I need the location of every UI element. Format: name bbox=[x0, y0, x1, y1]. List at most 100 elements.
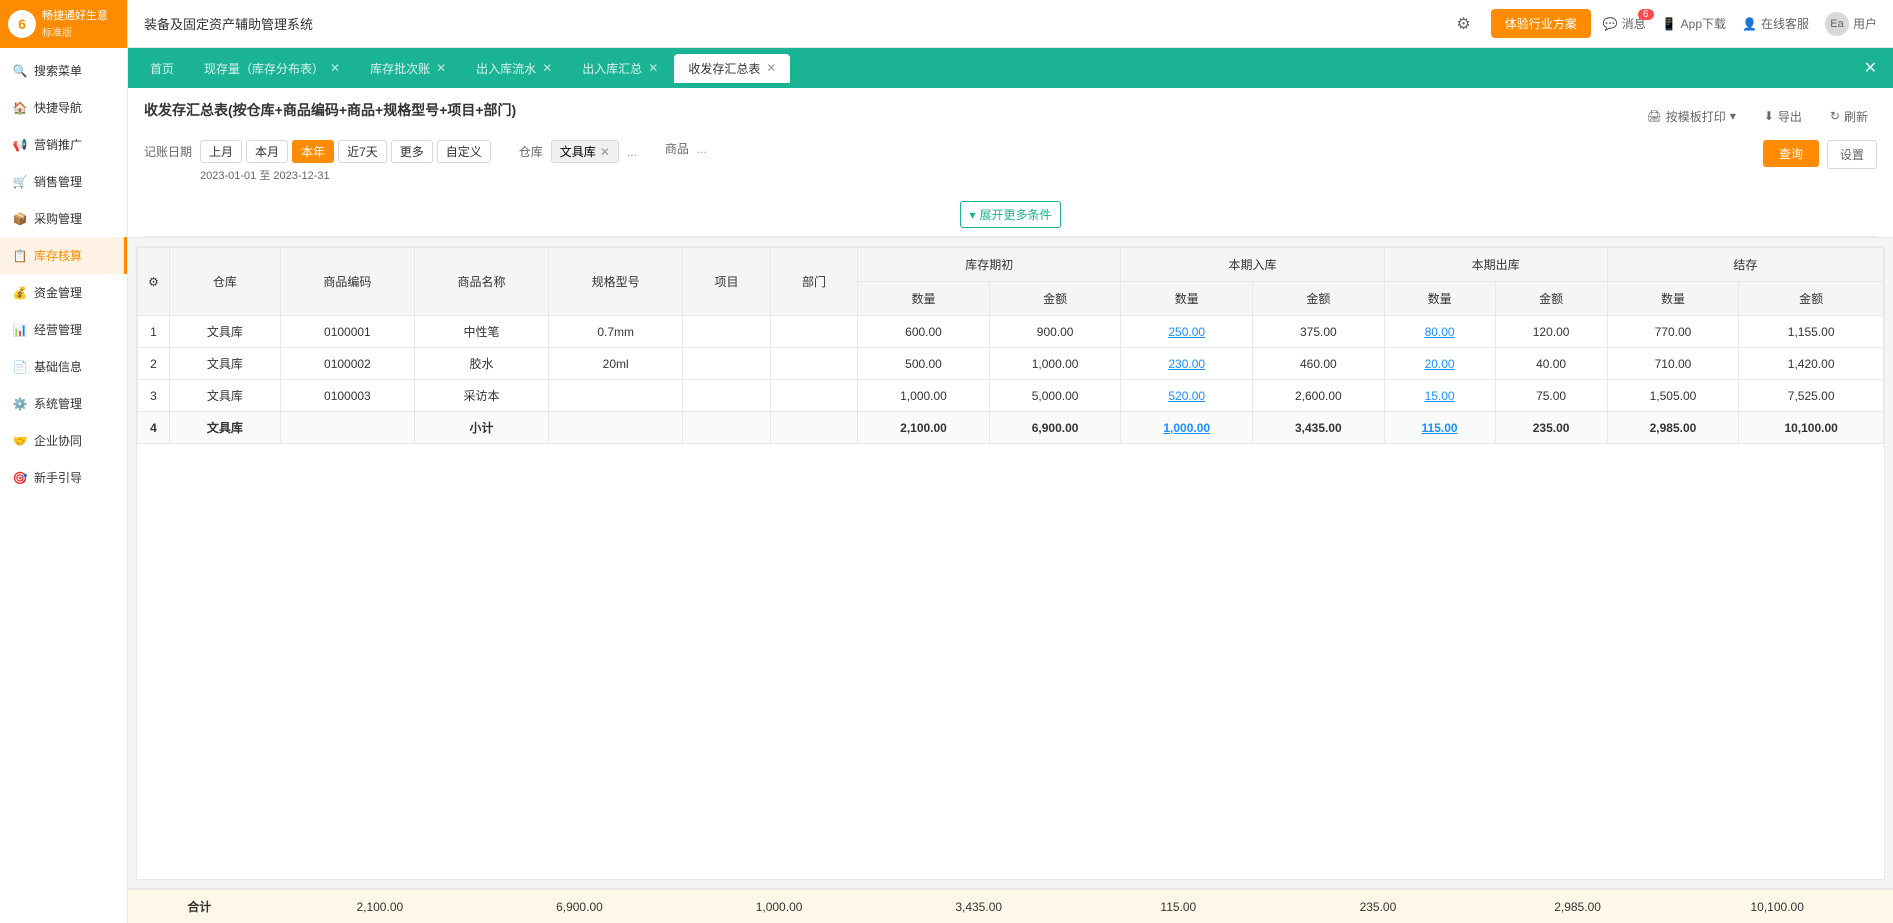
date-btn-自定义[interactable]: 自定义 bbox=[437, 140, 491, 163]
cell-out-qty[interactable]: 80.00 bbox=[1384, 316, 1495, 348]
expand-conditions-button[interactable]: ▾ 展开更多条件 bbox=[960, 201, 1060, 228]
tab-home[interactable]: 首页 bbox=[136, 54, 188, 83]
app-download-item[interactable]: 📱 App下载 bbox=[1662, 15, 1726, 32]
tab-label-inout_flow: 出入库流水 bbox=[476, 60, 536, 77]
refresh-icon: ↻ bbox=[1830, 109, 1840, 123]
cell-in-qty[interactable]: 230.00 bbox=[1121, 348, 1253, 380]
cell-code: 0100003 bbox=[280, 380, 414, 412]
sidebar-item-system[interactable]: ⚙️系统管理 bbox=[0, 385, 127, 422]
cell-out-amt: 120.00 bbox=[1495, 316, 1607, 348]
page-title: 收发存汇总表(按仓库+商品编码+商品+规格型号+项目+部门) bbox=[144, 100, 516, 120]
tab-close-stock_dist[interactable]: ✕ bbox=[330, 61, 340, 75]
nav-icon-operations: 📊 bbox=[12, 322, 28, 338]
date-btn-本年[interactable]: 本年 bbox=[292, 140, 334, 163]
topbar-right: 💬 消息 6 📱 App下载 👤 在线客服 Ea 用户 bbox=[1603, 12, 1877, 36]
nav-label-quick: 快捷导航 bbox=[34, 99, 82, 116]
refresh-label: 刷新 bbox=[1844, 108, 1868, 125]
cell-project bbox=[683, 412, 770, 444]
sidebar-item-quick[interactable]: 🏠快捷导航 bbox=[0, 89, 127, 126]
date-btn-上月[interactable]: 上月 bbox=[200, 140, 242, 163]
message-item[interactable]: 💬 消息 6 bbox=[1603, 15, 1646, 32]
app-download-label: App下载 bbox=[1681, 15, 1726, 32]
col-goods-name: 商品名称 bbox=[414, 248, 548, 316]
sidebar-item-inventory[interactable]: 📋库存核算 bbox=[0, 237, 127, 274]
cell-spec: 0.7mm bbox=[549, 316, 683, 348]
total-out-qty: 115.00 bbox=[1079, 900, 1279, 914]
nav-label-finance: 资金管理 bbox=[34, 284, 82, 301]
cell-close-qty: 710.00 bbox=[1607, 348, 1739, 380]
sidebar-item-search[interactable]: 🔍搜索菜单 bbox=[0, 52, 127, 89]
sidebar-item-basic[interactable]: 📄基础信息 bbox=[0, 348, 127, 385]
date-filter-label: 记账日期 bbox=[144, 143, 192, 160]
sidebar-item-newbie[interactable]: 🎯新手引导 bbox=[0, 459, 127, 496]
cell-in-amt: 3,435.00 bbox=[1253, 412, 1385, 444]
cell-spec bbox=[549, 412, 683, 444]
goods-filter-label: 商品 bbox=[665, 140, 689, 157]
sidebar-item-finance[interactable]: 💰资金管理 bbox=[0, 274, 127, 311]
nav-icon-enterprise: 🤝 bbox=[12, 433, 28, 449]
export-button[interactable]: ⬇ 导出 bbox=[1755, 103, 1811, 130]
cell-no: 2 bbox=[138, 348, 170, 380]
tab-receive_summary[interactable]: 收发存汇总表✕ bbox=[674, 54, 790, 83]
date-btn-本月[interactable]: 本月 bbox=[246, 140, 288, 163]
tab-inout_summary[interactable]: 出入库汇总✕ bbox=[568, 54, 672, 83]
nav-icon-inventory: 📋 bbox=[12, 248, 28, 264]
filter-settings-button[interactable]: 设置 bbox=[1827, 140, 1877, 169]
user-item[interactable]: Ea 用户 bbox=[1825, 12, 1877, 36]
sidebar-item-purchase[interactable]: 📦采购管理 bbox=[0, 200, 127, 237]
cell-open-amt: 1,000.00 bbox=[989, 348, 1121, 380]
date-btn-更多[interactable]: 更多 bbox=[391, 140, 433, 163]
tab-close-receive_summary[interactable]: ✕ bbox=[766, 61, 776, 75]
print-button[interactable]: 🖨 按模板打印 ▾ bbox=[1638, 103, 1745, 130]
sidebar-item-operations[interactable]: 📊经营管理 bbox=[0, 311, 127, 348]
goods-more[interactable]: ... bbox=[697, 142, 707, 156]
tab-batch[interactable]: 库存批次账✕ bbox=[356, 54, 460, 83]
cell-in-qty[interactable]: 520.00 bbox=[1121, 380, 1253, 412]
tab-close-inout_summary[interactable]: ✕ bbox=[648, 61, 658, 75]
date-btn-近7天[interactable]: 近7天 bbox=[338, 140, 387, 163]
tab-inout_flow[interactable]: 出入库流水 ✕ bbox=[462, 54, 566, 83]
warehouse-tag-close[interactable]: ✕ bbox=[600, 145, 610, 159]
cell-project bbox=[683, 348, 770, 380]
cell-code bbox=[280, 412, 414, 444]
col-opening-qty: 数量 bbox=[858, 282, 990, 316]
cell-out-qty[interactable]: 15.00 bbox=[1384, 380, 1495, 412]
col-settings[interactable]: ⚙ bbox=[138, 248, 170, 316]
nav-icon-purchase: 📦 bbox=[12, 211, 28, 227]
refresh-button[interactable]: ↻ 刷新 bbox=[1821, 103, 1877, 130]
export-icon: ⬇ bbox=[1764, 109, 1774, 123]
table-row: 1 文具库 0100001 中性笔 0.7mm 600.00 900.00 25… bbox=[138, 316, 1884, 348]
sidebar-item-enterprise[interactable]: 🤝企业协同 bbox=[0, 422, 127, 459]
cell-out-qty[interactable]: 20.00 bbox=[1384, 348, 1495, 380]
sidebar-header: 6 畅捷通好生意 标准版 bbox=[0, 0, 127, 48]
warehouse-more[interactable]: ... bbox=[627, 145, 637, 159]
total-open-qty: 2,100.00 bbox=[280, 900, 480, 914]
sidebar-app-version: 标准版 bbox=[42, 24, 108, 39]
service-icon: 👤 bbox=[1742, 17, 1757, 31]
online-service-item[interactable]: 👤 在线客服 bbox=[1742, 15, 1809, 32]
cell-name: 胶水 bbox=[414, 348, 548, 380]
cell-close-qty: 1,505.00 bbox=[1607, 380, 1739, 412]
sidebar-item-marketing[interactable]: 📢营销推广 bbox=[0, 126, 127, 163]
query-button[interactable]: 查询 bbox=[1763, 140, 1819, 167]
col-group-out: 本期出库 bbox=[1384, 248, 1607, 282]
cell-dept bbox=[770, 380, 857, 412]
tab-stock_dist[interactable]: 现存量（库存分布表）✕ bbox=[190, 54, 354, 83]
cell-no: 3 bbox=[138, 380, 170, 412]
settings-icon[interactable]: ⚙ bbox=[1456, 14, 1470, 34]
cell-open-amt: 6,900.00 bbox=[989, 412, 1121, 444]
sidebar-item-sales[interactable]: 🛒销售管理 bbox=[0, 163, 127, 200]
cell-out-amt: 40.00 bbox=[1495, 348, 1607, 380]
tab-close-batch[interactable]: ✕ bbox=[436, 61, 446, 75]
cell-close-qty: 2,985.00 bbox=[1607, 412, 1739, 444]
tab-close-inout_flow[interactable]: ✕ bbox=[542, 61, 552, 75]
close-all-tabs-button[interactable]: ✕ bbox=[1856, 58, 1885, 78]
warehouse-filter-tag[interactable]: 文具库 ✕ bbox=[551, 140, 619, 163]
cell-project bbox=[683, 316, 770, 348]
page-header: 收发存汇总表(按仓库+商品编码+商品+规格型号+项目+部门) 🖨 按模板打印 ▾… bbox=[128, 88, 1893, 238]
nav-label-marketing: 营销推广 bbox=[34, 136, 82, 153]
experience-button[interactable]: 体验行业方案 bbox=[1491, 9, 1591, 38]
sidebar-logo: 6 bbox=[8, 10, 36, 38]
expand-icon: ▾ bbox=[969, 208, 975, 222]
cell-in-qty[interactable]: 250.00 bbox=[1121, 316, 1253, 348]
